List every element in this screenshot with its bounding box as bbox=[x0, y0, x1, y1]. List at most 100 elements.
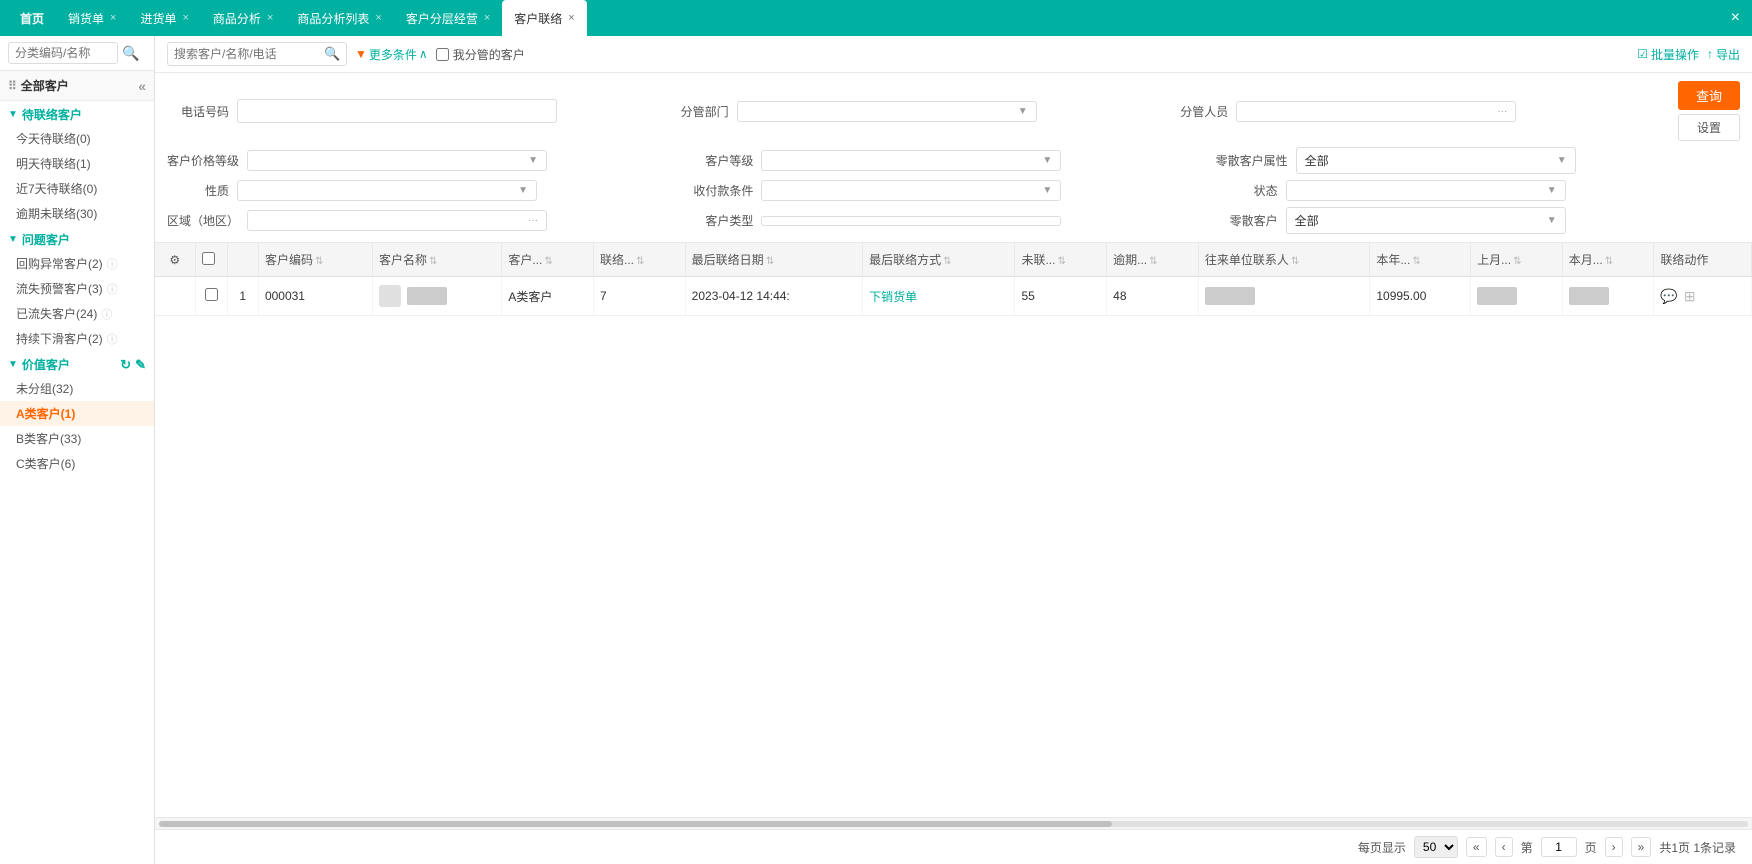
sidebar-item-continuous-down-label: 持续下滑客户(2) bbox=[16, 330, 103, 347]
th-code[interactable]: 客户编码⇅ bbox=[258, 243, 372, 277]
more-conditions-btn[interactable]: ▼ 更多条件 ∧ bbox=[355, 46, 428, 63]
filter-row-1: 电话号码 分管部门 ▼ 分管人员 ··· bbox=[167, 81, 1740, 141]
sidebar-item-near7[interactable]: 近7天待联络(0) bbox=[0, 176, 154, 201]
filter-retail-customer-select[interactable]: 全部 ▼ bbox=[1286, 207, 1566, 234]
row-checkbox[interactable] bbox=[205, 288, 218, 301]
filter-customer-grade-label: 客户等级 bbox=[691, 152, 761, 169]
nav-tab-purchase[interactable]: 进货单 × bbox=[128, 0, 200, 36]
filter-nature-select[interactable]: ▼ bbox=[237, 180, 537, 201]
sidebar-item-type-a-label: A类客户(1) bbox=[16, 405, 75, 422]
th-overdue[interactable]: 逾期...⇅ bbox=[1107, 243, 1199, 277]
close-purchase-icon[interactable]: × bbox=[182, 12, 188, 24]
filter-dept-select[interactable]: ▼ bbox=[737, 101, 1037, 122]
th-customer-type[interactable]: 客户...⇅ bbox=[502, 243, 594, 277]
first-page-button[interactable]: « bbox=[1466, 837, 1487, 857]
sidebar-group-pending[interactable]: ▼ 待联络客户 bbox=[0, 101, 154, 126]
share-icon[interactable]: ⊞ bbox=[1684, 288, 1696, 305]
sort-arrows-method: ⇅ bbox=[943, 256, 951, 267]
th-checkbox[interactable] bbox=[195, 243, 227, 277]
close-goods-analysis-list-icon[interactable]: × bbox=[375, 12, 381, 24]
last-page-button[interactable]: » bbox=[1631, 837, 1652, 857]
sidebar-item-repeat-abnormal[interactable]: 回购异常客户(2) ⓘ bbox=[0, 251, 154, 276]
th-last-contact-method[interactable]: 最后联络方式⇅ bbox=[863, 243, 1015, 277]
my-customers-checkbox-label[interactable]: 我分管的客户 bbox=[436, 46, 525, 63]
sidebar-item-tomorrow[interactable]: 明天待联络(1) bbox=[0, 151, 154, 176]
sidebar-item-lost[interactable]: 已流失客户(24) ⓘ bbox=[0, 301, 154, 326]
filter-status-select[interactable]: ▼ bbox=[1286, 180, 1566, 201]
chevron-icon: ∧ bbox=[419, 47, 428, 61]
td-checkbox[interactable] bbox=[195, 277, 227, 316]
batch-op-button[interactable]: ☑ 批量操作 bbox=[1637, 46, 1699, 63]
filter-payment-select[interactable]: ▼ bbox=[761, 180, 1061, 201]
th-gear[interactable]: ⚙ bbox=[155, 243, 195, 277]
th-last-month[interactable]: 上月...⇅ bbox=[1471, 243, 1563, 277]
th-this-year[interactable]: 本年...⇅ bbox=[1370, 243, 1471, 277]
th-no-contact[interactable]: 未联...⇅ bbox=[1015, 243, 1107, 277]
close-goods-analysis-icon[interactable]: × bbox=[267, 12, 273, 24]
collapse-sidebar-icon[interactable]: « bbox=[138, 78, 146, 94]
th-last-month-label: 上月... bbox=[1477, 253, 1511, 267]
filter-phone-input[interactable] bbox=[237, 99, 557, 123]
sidebar-item-unsorted[interactable]: 未分组(32) bbox=[0, 376, 154, 401]
batch-op-icon: ☑ bbox=[1637, 47, 1648, 61]
filter-price-grade-select[interactable]: ▼ bbox=[247, 150, 547, 171]
sidebar-item-type-a[interactable]: A类客户(1) bbox=[0, 401, 154, 426]
scroll-track[interactable] bbox=[159, 821, 1748, 827]
td-last-contact-method[interactable]: 下销货单 bbox=[863, 277, 1015, 316]
sidebar-group-problem[interactable]: ▼ 问题客户 bbox=[0, 226, 154, 251]
nav-tab-customer-contact[interactable]: 客户联络 × bbox=[502, 0, 586, 36]
sidebar-item-lost-predicted[interactable]: 流失预警客户(3) ⓘ bbox=[0, 276, 154, 301]
th-last-contact-date[interactable]: 最后联络日期⇅ bbox=[685, 243, 862, 277]
chat-icon[interactable]: 💬 bbox=[1660, 288, 1677, 305]
next-page-button[interactable]: › bbox=[1605, 837, 1623, 857]
nav-tab-sales-label: 销货单 bbox=[68, 10, 104, 27]
chevron-down-icon-3: ▼ bbox=[528, 155, 538, 166]
th-this-month[interactable]: 本月...⇅ bbox=[1562, 243, 1654, 277]
nav-tab-goods-analysis-list[interactable]: 商品分析列表 × bbox=[285, 0, 393, 36]
per-page-select[interactable]: 50 bbox=[1414, 836, 1458, 858]
prev-page-button[interactable]: ‹ bbox=[1495, 837, 1513, 857]
export-button[interactable]: ↑ 导出 bbox=[1707, 46, 1740, 63]
sidebar-item-type-c[interactable]: C类客户(6) bbox=[0, 451, 154, 476]
nav-tab-sales[interactable]: 销货单 × bbox=[56, 0, 128, 36]
td-overdue: 48 bbox=[1107, 277, 1199, 316]
select-all-checkbox[interactable] bbox=[202, 252, 215, 265]
setting-button[interactable]: 设置 bbox=[1678, 114, 1740, 141]
sidebar-item-continuous-down[interactable]: 持续下滑客户(2) ⓘ bbox=[0, 326, 154, 351]
my-customers-checkbox[interactable] bbox=[436, 48, 449, 61]
main-layout: 🔍 ⠿ 全部客户 « ▼ 待联络客户 今天待联络(0) 明天待联络(1) 近7天… bbox=[0, 36, 1752, 864]
query-button[interactable]: 查询 bbox=[1678, 81, 1740, 110]
th-company-contact[interactable]: 往来单位联系人⇅ bbox=[1198, 243, 1370, 277]
th-contact[interactable]: 联络...⇅ bbox=[594, 243, 686, 277]
search-icon[interactable]: 🔍 bbox=[324, 46, 340, 62]
sidebar-item-type-b[interactable]: B类客户(33) bbox=[0, 426, 154, 451]
filter-customer-type-select[interactable] bbox=[761, 216, 1061, 226]
edit-icon[interactable]: ✎ bbox=[135, 357, 146, 373]
page-label: 第 bbox=[1521, 839, 1533, 856]
last-contact-method-link[interactable]: 下销货单 bbox=[869, 290, 917, 304]
search-input[interactable] bbox=[174, 47, 324, 61]
filter-region-select[interactable]: ··· bbox=[247, 210, 547, 231]
close-sales-icon[interactable]: × bbox=[110, 12, 116, 24]
nav-tab-customer-segment[interactable]: 客户分层经营 × bbox=[394, 0, 502, 36]
all-customers-header[interactable]: ⠿ 全部客户 « bbox=[0, 71, 154, 101]
close-customer-segment-icon[interactable]: × bbox=[484, 12, 490, 24]
filter-person-select[interactable]: ··· bbox=[1236, 101, 1516, 122]
filter-customer-grade-select[interactable]: ▼ bbox=[761, 150, 1061, 171]
horizontal-scrollbar[interactable] bbox=[155, 817, 1752, 829]
sidebar-search-icon[interactable]: 🔍 bbox=[122, 45, 139, 62]
close-all-icon[interactable]: × bbox=[1731, 9, 1740, 27]
filter-retail-attr-select[interactable]: 全部 ▼ bbox=[1296, 147, 1576, 174]
sidebar-search-input[interactable] bbox=[8, 42, 118, 64]
close-customer-contact-icon[interactable]: × bbox=[568, 12, 574, 24]
sidebar-item-unsorted-label: 未分组(32) bbox=[16, 380, 73, 397]
nav-tab-home[interactable]: 首页 bbox=[8, 0, 56, 36]
refresh-icon[interactable]: ↻ bbox=[120, 357, 131, 373]
nav-tab-goods-analysis[interactable]: 商品分析 × bbox=[201, 0, 285, 36]
sidebar-item-today[interactable]: 今天待联络(0) bbox=[0, 126, 154, 151]
th-name[interactable]: 客户名称⇅ bbox=[372, 243, 501, 277]
sidebar-group-value[interactable]: ▼ 价值客户 ↻ ✎ bbox=[0, 351, 154, 376]
sidebar-item-overdue[interactable]: 逾期未联络(30) bbox=[0, 201, 154, 226]
scroll-thumb[interactable] bbox=[159, 821, 1112, 827]
page-input[interactable] bbox=[1541, 837, 1577, 857]
